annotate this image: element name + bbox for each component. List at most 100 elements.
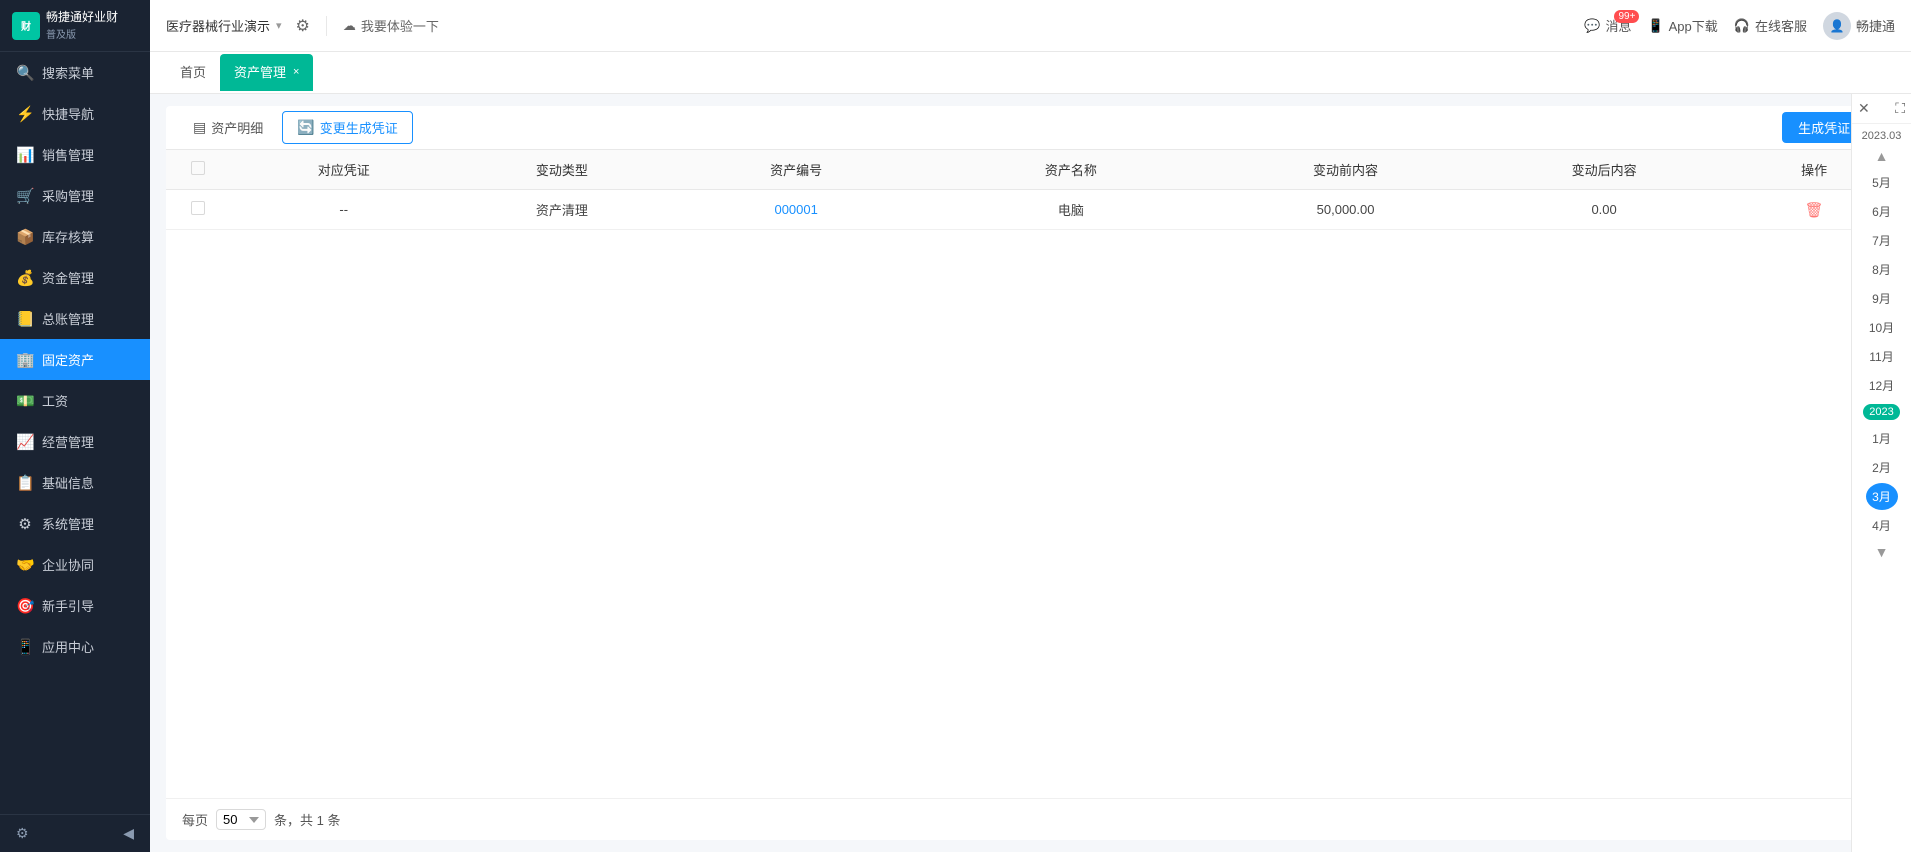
voucher-icon: 🔄 [297, 119, 314, 136]
sales-icon: 📊 [16, 146, 34, 164]
pagination-bar: 每页 10 20 50 100 条，共 1 条 [166, 798, 1895, 840]
basic-icon: 📋 [16, 474, 34, 492]
sidebar-item-label-sales: 销售管理 [42, 145, 94, 164]
cell-before: 50,000.00 [1216, 190, 1475, 230]
logo-icon: 财 [12, 12, 40, 40]
col-header-name: 资产名称 [925, 150, 1216, 190]
table-row: -- 资产清理 000001 电脑 50,000.00 0.00 🗑 [166, 190, 1895, 230]
settings-bottom-icon[interactable]: ⚙ [16, 825, 29, 842]
trial-button[interactable]: ☁ 我要体验一下 [343, 16, 439, 35]
right-panel-header: ✕ ⛶ [1852, 94, 1911, 124]
asset-table: 对应凭证 变动类型 资产编号 资产名称 变动前内容 变动后内容 操作 -- [166, 150, 1895, 230]
month-6[interactable]: 6月 [1860, 198, 1904, 225]
subtab-asset-detail[interactable]: ▤ 资产明细 [178, 111, 278, 144]
month-3-active[interactable]: 3月 [1866, 483, 1898, 510]
customer-service-button[interactable]: 🎧 在线客服 [1734, 16, 1807, 35]
app-download-button[interactable]: 📱 App下载 [1647, 16, 1717, 35]
topnav-settings-icon[interactable]: ⚙ [296, 16, 310, 36]
right-panel-expand-button[interactable]: ⛶ [1895, 100, 1905, 117]
system-icon: ⚙ [16, 515, 34, 533]
right-panel-close-button[interactable]: ✕ [1858, 100, 1870, 117]
logo-text: 畅捷通好业财 [46, 10, 118, 26]
sidebar-item-label-quicknav: 快捷导航 [42, 104, 94, 123]
subtab-generate-voucher-label: 变更生成凭证 [320, 118, 398, 137]
apps-icon: 📱 [16, 638, 34, 656]
sidebar-bottom: ⚙ ◀ [0, 814, 150, 852]
col-header-voucher: 对应凭证 [231, 150, 457, 190]
fund-icon: 💰 [16, 269, 34, 287]
sidebar-item-asset[interactable]: 🏢 固定资产 [0, 339, 150, 380]
logo-sub: 普及版 [46, 26, 118, 41]
sidebar-item-purchase[interactable]: 🛒 采购管理 [0, 175, 150, 216]
company-selector[interactable]: 医疗器械行业演示 ▾ [166, 16, 282, 35]
scroll-up-arrow[interactable]: ▲ [1871, 144, 1893, 168]
sidebar-item-wage[interactable]: 💵 工资 [0, 380, 150, 421]
topnav-divider [326, 16, 327, 36]
month-1[interactable]: 1月 [1860, 425, 1904, 452]
user-menu[interactable]: 👤 畅捷通 [1823, 12, 1895, 40]
company-name: 医疗器械行业演示 [166, 16, 270, 35]
phone-icon: 📱 [1647, 18, 1663, 34]
delete-row-button[interactable]: 🗑 [1805, 202, 1824, 219]
sidebar-item-guide[interactable]: 🎯 新手引导 [0, 585, 150, 626]
message-badge: 99+ [1614, 10, 1639, 23]
collapse-icon[interactable]: ◀ [123, 825, 134, 842]
message-icon: 💬 [1584, 18, 1600, 34]
inventory-icon: 📦 [16, 228, 34, 246]
sidebar: 财 畅捷通好业财 普及版 🔍 搜索菜单 ⚡ 快捷导航 📊 销售管理 🛒 采购管理… [0, 0, 150, 852]
scroll-down-arrow[interactable]: ▼ [1871, 540, 1893, 564]
month-5[interactable]: 5月 [1860, 169, 1904, 196]
sidebar-item-system[interactable]: ⚙ 系统管理 [0, 503, 150, 544]
sidebar-item-fund[interactable]: 💰 资金管理 [0, 257, 150, 298]
month-4[interactable]: 4月 [1860, 512, 1904, 539]
month-9[interactable]: 9月 [1860, 285, 1904, 312]
sidebar-item-label-purchase: 采购管理 [42, 186, 94, 205]
per-page-select[interactable]: 10 20 50 100 [216, 809, 266, 830]
month-10[interactable]: 10月 [1860, 314, 1904, 341]
cell-name: 电脑 [925, 190, 1216, 230]
cloud-icon: ☁ [343, 18, 356, 34]
tab-asset[interactable]: 资产管理 × [220, 54, 313, 91]
generate-btn-label: 生成凭证 [1798, 118, 1850, 137]
search-icon: 🔍 [16, 64, 34, 82]
tab-home[interactable]: 首页 [166, 54, 220, 91]
sidebar-item-inventory[interactable]: 📦 库存核算 [0, 216, 150, 257]
sidebar-item-quicknav[interactable]: ⚡ 快捷导航 [0, 93, 150, 134]
row-checkbox[interactable] [191, 201, 205, 215]
per-page-label: 每页 [182, 810, 208, 829]
month-12[interactable]: 12月 [1860, 372, 1904, 399]
month-2[interactable]: 2月 [1860, 454, 1904, 481]
flash-icon: ⚡ [16, 105, 34, 123]
col-header-code: 资产编号 [667, 150, 926, 190]
sidebar-item-ledger[interactable]: 📒 总账管理 [0, 298, 150, 339]
col-header-before: 变动前内容 [1216, 150, 1475, 190]
sidebar-item-search[interactable]: 🔍 搜索菜单 [0, 52, 150, 93]
message-button[interactable]: 💬 消息 99+ [1584, 16, 1631, 35]
tab-close-icon[interactable]: × [293, 66, 299, 78]
month-picker-scroll: 2023.03 ▲ 5月 6月 7月 8月 9月 10月 11月 12月 202… [1852, 124, 1911, 852]
sidebar-item-label-ledger: 总账管理 [42, 309, 94, 328]
sidebar-item-coop[interactable]: 🤝 企业协同 [0, 544, 150, 585]
sidebar-item-sales[interactable]: 📊 销售管理 [0, 134, 150, 175]
sidebar-item-ops[interactable]: 📈 经营管理 [0, 421, 150, 462]
month-11[interactable]: 11月 [1860, 343, 1904, 370]
main-wrapper: 医疗器械行业演示 ▾ ⚙ ☁ 我要体验一下 💬 消息 99+ 📱 App下载 🎧… [150, 0, 1911, 852]
guide-icon: 🎯 [16, 597, 34, 615]
sidebar-item-basic[interactable]: 📋 基础信息 [0, 462, 150, 503]
topnav: 医疗器械行业演示 ▾ ⚙ ☁ 我要体验一下 💬 消息 99+ 📱 App下载 🎧… [150, 0, 1911, 52]
app-label: App下载 [1669, 16, 1718, 35]
ledger-icon: 📒 [16, 310, 34, 328]
month-7[interactable]: 7月 [1860, 227, 1904, 254]
sidebar-item-apps[interactable]: 📱 应用中心 [0, 626, 150, 667]
month-8[interactable]: 8月 [1860, 256, 1904, 283]
cell-after: 0.00 [1475, 190, 1734, 230]
subtab-generate-voucher[interactable]: 🔄 变更生成凭证 [282, 111, 412, 144]
tabbar: 首页 资产管理 × [150, 52, 1911, 94]
year-prev-label: 2023.03 [1858, 124, 1906, 144]
tab-home-label: 首页 [180, 62, 206, 81]
year-badge[interactable]: 2023 [1863, 404, 1899, 420]
sidebar-item-label-ops: 经营管理 [42, 432, 94, 451]
select-all-checkbox[interactable] [191, 161, 205, 175]
table-container: 对应凭证 变动类型 资产编号 资产名称 变动前内容 变动后内容 操作 -- [166, 150, 1895, 798]
cell-code: 000001 [667, 190, 926, 230]
